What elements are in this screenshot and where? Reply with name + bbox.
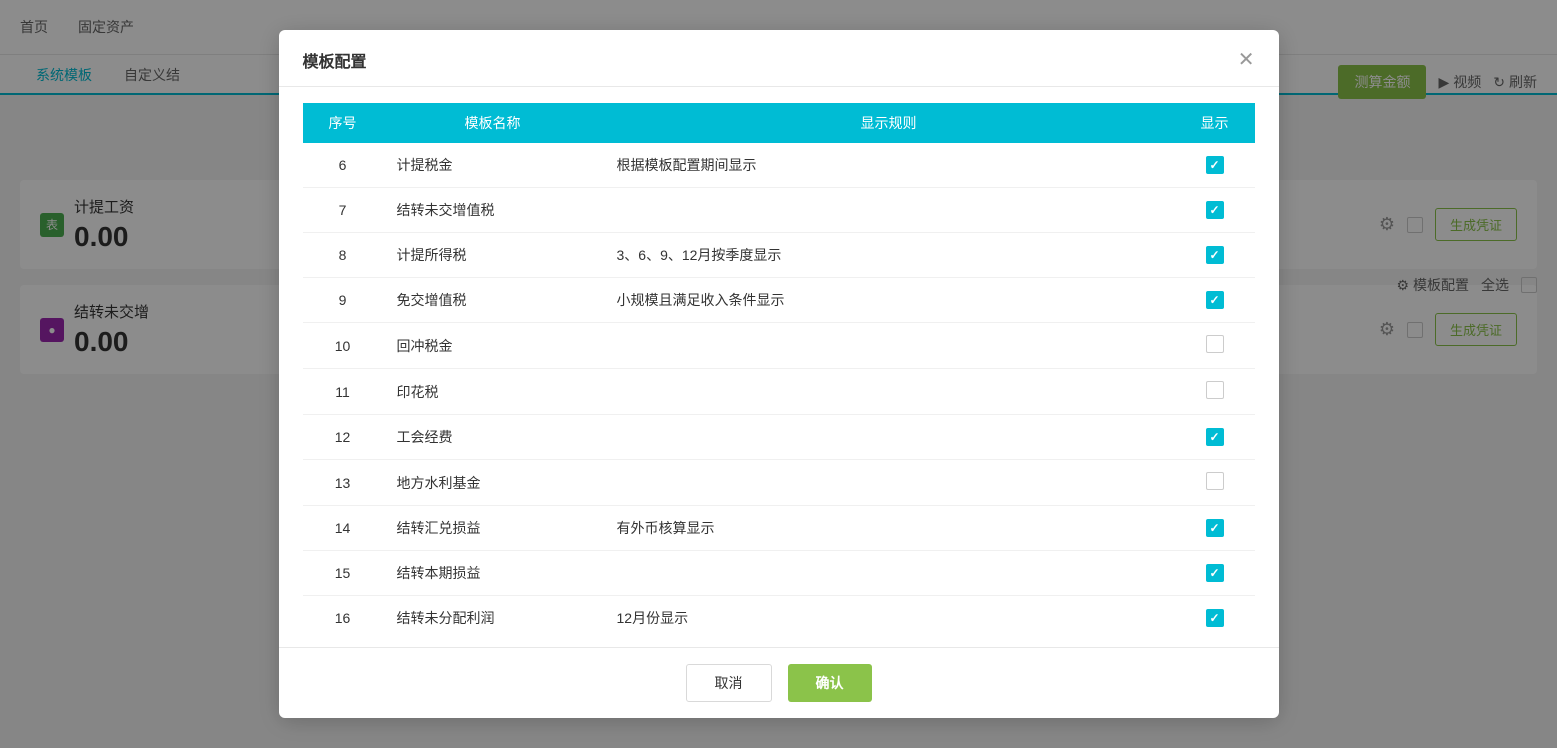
cell-name: 免交增值税 xyxy=(383,278,603,323)
checkbox-checked[interactable] xyxy=(1206,201,1224,219)
col-header-index: 序号 xyxy=(303,103,383,143)
cell-name: 印花税 xyxy=(383,369,603,415)
cell-rule xyxy=(603,415,1175,460)
cell-display xyxy=(1175,323,1255,369)
checkbox-checked[interactable] xyxy=(1206,156,1224,174)
cell-display xyxy=(1175,415,1255,460)
cell-rule xyxy=(603,460,1175,506)
confirm-button[interactable]: 确认 xyxy=(788,664,872,702)
cell-display xyxy=(1175,233,1255,278)
table-row: 13地方水利基金 xyxy=(303,460,1255,506)
cell-index: 9 xyxy=(303,278,383,323)
modal-header: 模板配置 ✕ xyxy=(279,30,1279,87)
cell-index: 7 xyxy=(303,188,383,233)
checkbox-checked[interactable] xyxy=(1206,246,1224,264)
checkbox-checked[interactable] xyxy=(1206,428,1224,446)
table-row: 10回冲税金 xyxy=(303,323,1255,369)
table-row: 15结转本期损益 xyxy=(303,551,1255,596)
cell-display xyxy=(1175,551,1255,596)
cell-name: 结转未分配利润 xyxy=(383,596,603,641)
cell-index: 8 xyxy=(303,233,383,278)
cell-index: 13 xyxy=(303,460,383,506)
checkbox-checked[interactable] xyxy=(1206,519,1224,537)
cell-rule xyxy=(603,188,1175,233)
cell-name: 计提税金 xyxy=(383,143,603,188)
checkbox-unchecked[interactable] xyxy=(1206,472,1224,490)
checkbox-checked[interactable] xyxy=(1206,609,1224,627)
col-header-name: 模板名称 xyxy=(383,103,603,143)
cell-rule: 小规模且满足收入条件显示 xyxy=(603,278,1175,323)
cell-name: 结转未交增值税 xyxy=(383,188,603,233)
cell-display xyxy=(1175,506,1255,551)
cell-index: 10 xyxy=(303,323,383,369)
table-row: 11印花税 xyxy=(303,369,1255,415)
cell-rule xyxy=(603,323,1175,369)
cell-name: 地方水利基金 xyxy=(383,460,603,506)
cell-index: 6 xyxy=(303,143,383,188)
checkbox-unchecked[interactable] xyxy=(1206,381,1224,399)
table-row: 14结转汇兑损益有外币核算显示 xyxy=(303,506,1255,551)
table-row: 12工会经费 xyxy=(303,415,1255,460)
cell-rule xyxy=(603,551,1175,596)
cell-name: 结转本期损益 xyxy=(383,551,603,596)
modal-close-button[interactable]: ✕ xyxy=(1238,50,1255,70)
table-row: 9免交增值税小规模且满足收入条件显示 xyxy=(303,278,1255,323)
cell-name: 计提所得税 xyxy=(383,233,603,278)
cell-name: 结转汇兑损益 xyxy=(383,506,603,551)
cell-display xyxy=(1175,596,1255,641)
checkbox-checked[interactable] xyxy=(1206,291,1224,309)
table-row: 16结转未分配利润12月份显示 xyxy=(303,596,1255,641)
cell-index: 11 xyxy=(303,369,383,415)
cell-rule: 有外币核算显示 xyxy=(603,506,1175,551)
checkbox-checked[interactable] xyxy=(1206,564,1224,582)
cell-index: 14 xyxy=(303,506,383,551)
cell-index: 12 xyxy=(303,415,383,460)
cell-display xyxy=(1175,278,1255,323)
modal-footer: 取消 确认 xyxy=(279,647,1279,718)
cell-display xyxy=(1175,143,1255,188)
cell-display xyxy=(1175,188,1255,233)
cell-name: 工会经费 xyxy=(383,415,603,460)
cell-index: 16 xyxy=(303,596,383,641)
cell-name: 回冲税金 xyxy=(383,323,603,369)
table-row: 8计提所得税3、6、9、12月按季度显示 xyxy=(303,233,1255,278)
modal-overlay: 模板配置 ✕ 序号 模板名称 显示规则 显示 6计提税金根据模板配置期间显示7结… xyxy=(0,0,1557,748)
cancel-button[interactable]: 取消 xyxy=(686,664,772,702)
cell-display xyxy=(1175,369,1255,415)
col-header-display: 显示 xyxy=(1175,103,1255,143)
config-table: 序号 模板名称 显示规则 显示 6计提税金根据模板配置期间显示7结转未交增值税8… xyxy=(303,103,1255,640)
cell-rule xyxy=(603,369,1175,415)
modal-title: 模板配置 xyxy=(303,48,367,72)
modal-body[interactable]: 序号 模板名称 显示规则 显示 6计提税金根据模板配置期间显示7结转未交增值税8… xyxy=(279,87,1279,647)
modal-template-config: 模板配置 ✕ 序号 模板名称 显示规则 显示 6计提税金根据模板配置期间显示7结… xyxy=(279,30,1279,718)
checkbox-unchecked[interactable] xyxy=(1206,335,1224,353)
col-header-rule: 显示规则 xyxy=(603,103,1175,143)
cell-rule: 根据模板配置期间显示 xyxy=(603,143,1175,188)
cell-index: 15 xyxy=(303,551,383,596)
table-row: 6计提税金根据模板配置期间显示 xyxy=(303,143,1255,188)
table-row: 7结转未交增值税 xyxy=(303,188,1255,233)
cell-display xyxy=(1175,460,1255,506)
cell-rule: 12月份显示 xyxy=(603,596,1175,641)
cell-rule: 3、6、9、12月按季度显示 xyxy=(603,233,1175,278)
